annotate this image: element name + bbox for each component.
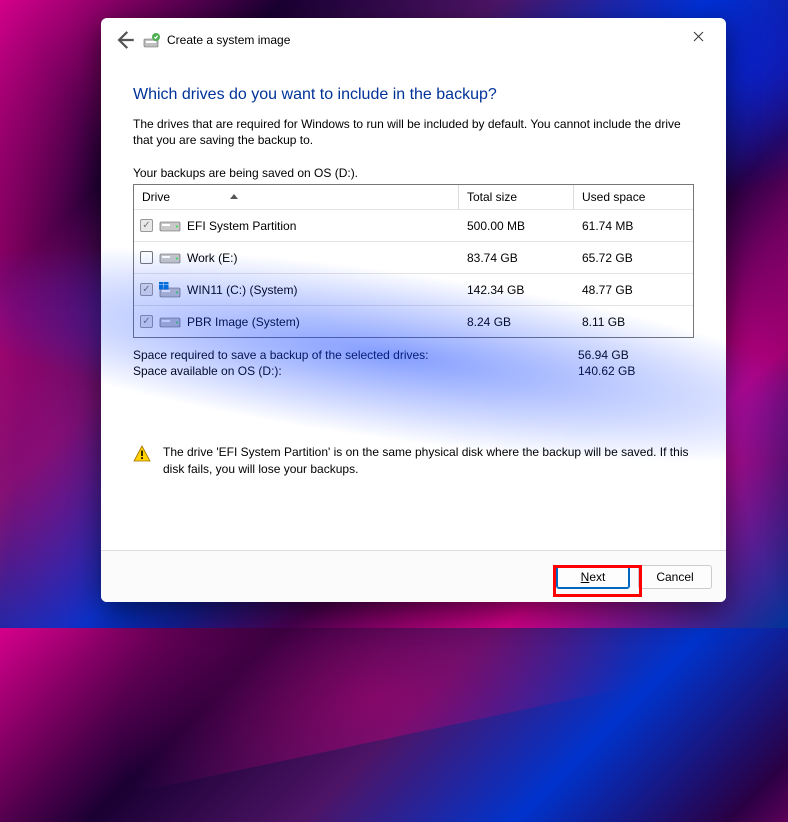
- dialog-footer: Next Cancel: [101, 550, 726, 602]
- used-space: 65.72 GB: [574, 251, 693, 265]
- column-header-drive[interactable]: Drive: [134, 185, 459, 209]
- drive-icon: [159, 314, 181, 330]
- drive-label: PBR Image (System): [187, 315, 300, 329]
- page-heading: Which drives do you want to include in t…: [133, 86, 694, 104]
- drive-checkbox: [140, 283, 153, 296]
- page-description: The drives that are required for Windows…: [133, 116, 694, 148]
- drive-cell: EFI System Partition: [134, 218, 459, 234]
- drive-cell: Work (E:): [134, 250, 459, 266]
- next-button[interactable]: Next: [556, 565, 630, 589]
- titlebar: Create a system image: [101, 18, 726, 62]
- drive-checkbox[interactable]: [140, 251, 153, 264]
- drive-checkbox: [140, 315, 153, 328]
- content-area: Which drives do you want to include in t…: [101, 62, 726, 550]
- system-image-icon: [143, 31, 161, 49]
- column-header-used[interactable]: Used space: [574, 185, 693, 209]
- saved-on-text: Your backups are being saved on OS (D:).: [133, 166, 694, 180]
- table-header: Drive Total size Used space: [134, 185, 693, 209]
- table-row[interactable]: PBR Image (System) 8.24 GB8.11 GB: [134, 305, 693, 337]
- drive-checkbox: [140, 219, 153, 232]
- space-available-value: 140.62 GB: [578, 364, 635, 378]
- back-button[interactable]: [111, 27, 137, 53]
- space-required-value: 56.94 GB: [578, 348, 629, 362]
- tutorial-highlight: [553, 565, 642, 597]
- space-required-label: Space required to save a backup of the s…: [133, 348, 578, 362]
- close-icon: [693, 31, 704, 42]
- space-available-label: Space available on OS (D:):: [133, 364, 578, 378]
- drive-label: Work (E:): [187, 251, 237, 265]
- window-title: Create a system image: [167, 33, 290, 47]
- drive-icon: [159, 250, 181, 266]
- system-image-wizard-dialog: Create a system image Which drives do yo…: [101, 18, 726, 602]
- used-space: 48.77 GB: [574, 283, 693, 297]
- drive-cell: PBR Image (System): [134, 314, 459, 330]
- windows-drive-icon: [159, 282, 181, 298]
- total-size: 8.24 GB: [459, 315, 574, 329]
- drive-label: EFI System Partition: [187, 219, 296, 233]
- cancel-button[interactable]: Cancel: [638, 565, 712, 589]
- sort-ascending-icon: [230, 194, 238, 199]
- space-summary: Space required to save a backup of the s…: [133, 348, 694, 378]
- used-space: 61.74 MB: [574, 219, 693, 233]
- table-row[interactable]: WIN11 (C:) (System) 142.34 GB48.77 GB: [134, 273, 693, 305]
- arrow-left-icon: [111, 27, 137, 53]
- drives-table: Drive Total size Used space EFI System P…: [133, 184, 694, 338]
- drive-label: WIN11 (C:) (System): [187, 283, 297, 297]
- drive-cell: WIN11 (C:) (System): [134, 282, 459, 298]
- warning-icon: [133, 445, 151, 463]
- total-size: 142.34 GB: [459, 283, 574, 297]
- total-size: 83.74 GB: [459, 251, 574, 265]
- drive-icon: [159, 218, 181, 234]
- table-row[interactable]: Work (E:) 83.74 GB65.72 GB: [134, 241, 693, 273]
- warning-text: The drive 'EFI System Partition' is on t…: [163, 444, 694, 476]
- table-row[interactable]: EFI System Partition 500.00 MB61.74 MB: [134, 209, 693, 241]
- warning-panel: The drive 'EFI System Partition' is on t…: [133, 444, 694, 476]
- column-header-total[interactable]: Total size: [459, 185, 574, 209]
- total-size: 500.00 MB: [459, 219, 574, 233]
- used-space: 8.11 GB: [574, 315, 693, 329]
- close-button[interactable]: [676, 21, 720, 51]
